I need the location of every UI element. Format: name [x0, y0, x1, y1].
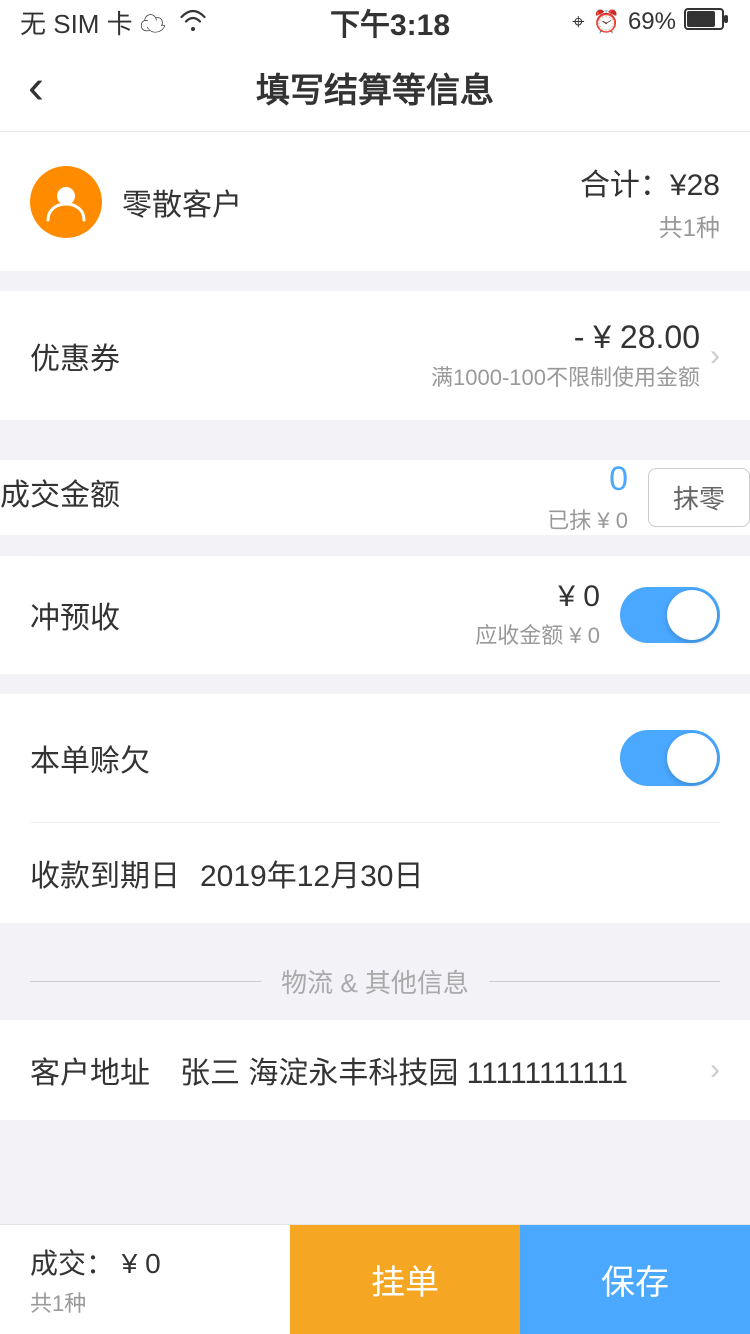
address-label: 客户地址	[30, 1048, 150, 1092]
coupon-section[interactable]: 优惠券 - ¥ 28.00 满1000-100不限制使用金额 ›	[0, 291, 750, 420]
coupon-chevron-icon: ›	[710, 339, 720, 373]
nav-bar: ‹ 填写结算等信息	[0, 44, 750, 132]
customer-section: 零散客户 合计：¥28 共1种	[0, 132, 750, 271]
prepaid-row: 冲预收 ¥ 0 应收金额 ¥ 0	[0, 556, 750, 674]
prepaid-toggle[interactable]	[620, 587, 720, 643]
prepaid-sub: 应收金额 ¥ 0	[475, 618, 600, 650]
customer-row: 零散客户 合计：¥28 共1种	[0, 132, 750, 271]
address-chevron-icon: ›	[710, 1053, 720, 1087]
coupon-row[interactable]: 优惠券 - ¥ 28.00 满1000-100不限制使用金额 ›	[0, 291, 750, 420]
save-button[interactable]: 保存	[520, 1225, 750, 1334]
address-row[interactable]: 客户地址 张三 海淀永丰科技园 11111111111 ›	[0, 1020, 750, 1120]
alarm-icon: ⏰	[593, 9, 620, 35]
amount-right: 0 已抹 ¥ 0 抹零	[547, 460, 750, 535]
address-section[interactable]: 客户地址 张三 海淀永丰科技园 11111111111 ›	[0, 1020, 750, 1120]
status-bar: 无 SIM 卡 ☁ 下午3:18 ⌖ ⏰ 69%	[0, 0, 750, 44]
battery-percent: 69%	[628, 8, 676, 36]
sim-label: 无 SIM 卡 ☁	[20, 4, 166, 41]
round-off-button[interactable]: 抹零	[648, 468, 750, 527]
save-button-label: 保存	[601, 1255, 669, 1304]
bottom-bar: 成交： ¥ 0 共1种 挂单 保存	[0, 1224, 750, 1334]
status-right: ⌖ ⏰ 69%	[572, 7, 730, 38]
debt-label: 本单赊欠	[30, 736, 150, 780]
due-date-value: 2019年12月30日	[200, 851, 423, 895]
logistics-header: 物流 & 其他信息	[30, 963, 720, 1000]
wifi-icon	[178, 7, 208, 38]
battery-icon	[684, 7, 730, 38]
prepaid-values: ¥ 0 应收金额 ¥ 0	[475, 580, 600, 650]
due-date-row: 收款到期日 2019年12月30日	[0, 823, 750, 923]
prepaid-toggle-knob	[667, 590, 717, 640]
customer-info: 零散客户	[30, 166, 242, 238]
customer-count: 共1种	[580, 208, 720, 243]
bottom-count: 共1种	[30, 1286, 260, 1318]
amount-label: 成交金额	[0, 460, 120, 514]
bottom-deal-amount: ¥ 0	[122, 1248, 161, 1279]
amount-sub: 已抹 ¥ 0	[547, 503, 628, 535]
prepaid-label: 冲预收	[30, 593, 120, 637]
user-icon	[44, 180, 88, 224]
bottom-deal-label: 成交：	[30, 1248, 114, 1279]
amount-section: 成交金额 0 已抹 ¥ 0 抹零	[0, 460, 750, 535]
status-left: 无 SIM 卡 ☁	[20, 4, 208, 41]
coupon-desc: 满1000-100不限制使用金额	[431, 360, 700, 392]
bottom-summary: 成交： ¥ 0 共1种	[0, 1242, 290, 1318]
address-value: 张三 海淀永丰科技园 11111111111	[180, 1048, 710, 1092]
amount-value-wrapper: 0 已抹 ¥ 0	[547, 460, 628, 535]
debt-toggle-knob	[667, 733, 717, 783]
coupon-amount: - ¥ 28.00	[431, 319, 700, 356]
hold-button[interactable]: 挂单	[290, 1225, 520, 1334]
page-title: 填写结算等信息	[256, 63, 494, 112]
status-time: 下午3:18	[330, 0, 450, 44]
coupon-info: - ¥ 28.00 满1000-100不限制使用金额	[431, 319, 700, 392]
bottom-deal-line: 成交： ¥ 0	[30, 1242, 260, 1282]
coupon-right: - ¥ 28.00 满1000-100不限制使用金额 ›	[431, 319, 720, 392]
debt-row: 本单赊欠	[0, 694, 750, 822]
hold-button-label: 挂单	[371, 1255, 439, 1304]
prepaid-right: ¥ 0 应收金额 ¥ 0	[475, 580, 720, 650]
customer-total: 合计：¥28	[580, 160, 720, 204]
logistics-label: 物流 & 其他信息	[281, 963, 469, 1000]
separator-2	[0, 674, 750, 694]
debt-toggle[interactable]	[620, 730, 720, 786]
location-icon: ⌖	[572, 9, 584, 35]
customer-name: 零散客户	[122, 180, 242, 224]
amount-row: 成交金额 0 已抹 ¥ 0 抹零	[0, 460, 750, 535]
header-line-right	[489, 981, 720, 982]
customer-total-info: 合计：¥28 共1种	[580, 160, 720, 243]
back-button[interactable]: ‹	[28, 64, 44, 112]
header-line-left	[30, 981, 261, 982]
customer-avatar	[30, 166, 102, 238]
separator-1	[0, 440, 750, 460]
coupon-label: 优惠券	[30, 334, 120, 378]
debt-section: 本单赊欠 收款到期日 2019年12月30日	[0, 694, 750, 923]
due-date-label: 收款到期日	[30, 851, 180, 895]
logistics-separator: 物流 & 其他信息	[0, 943, 750, 1020]
amount-value: 0	[547, 460, 628, 499]
prepaid-amount: ¥ 0	[475, 580, 600, 614]
